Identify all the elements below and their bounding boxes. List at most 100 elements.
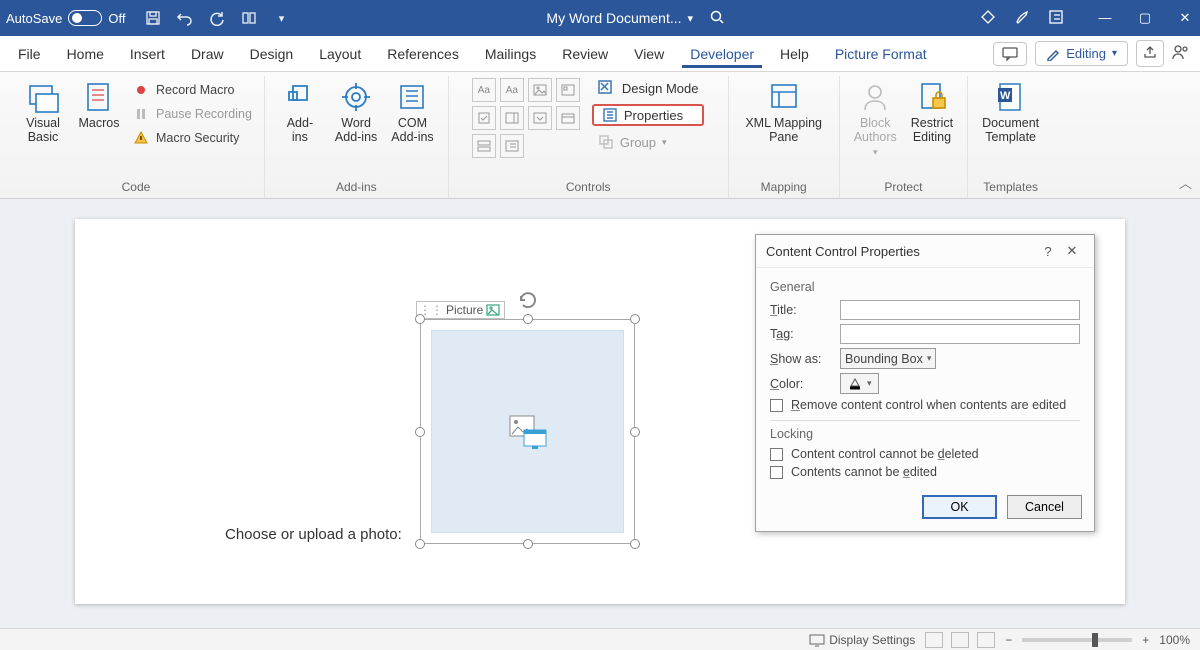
resize-handle[interactable] (523, 314, 533, 324)
block-authors-button[interactable]: Block Authors ▾ (850, 78, 901, 159)
macro-security-button[interactable]: Macro Security (130, 128, 254, 148)
undo-icon[interactable] (175, 8, 195, 28)
focus-view-icon[interactable] (925, 632, 943, 648)
control-rich-text-icon[interactable]: Aa (472, 78, 496, 102)
comments-button[interactable] (993, 42, 1027, 66)
control-building-block-icon[interactable] (556, 78, 580, 102)
tab-file[interactable]: File (10, 40, 49, 68)
lock-delete-checkbox[interactable]: Content control cannot be deleted (770, 447, 1080, 461)
word-addins-button[interactable]: Word Add-ins (331, 78, 381, 147)
record-macro-button[interactable]: Record Macro (130, 80, 254, 100)
account-icon[interactable] (1172, 43, 1190, 64)
qat-dropdown-icon[interactable]: ▾ (271, 8, 291, 28)
minimize-button[interactable]: — (1096, 10, 1114, 26)
picture-placeholder[interactable] (431, 330, 624, 533)
tab-design[interactable]: Design (242, 40, 302, 68)
xml-mapping-pane-button[interactable]: XML Mapping Pane (739, 78, 829, 147)
addins-button[interactable]: Add- ins (275, 78, 325, 147)
document-template-button[interactable]: W Document Template (978, 78, 1043, 147)
tab-mailings[interactable]: Mailings (477, 40, 544, 68)
redo-icon[interactable] (207, 8, 227, 28)
group-button[interactable]: Group ▾ (592, 132, 705, 152)
control-datepicker-icon[interactable] (556, 106, 580, 130)
tab-developer[interactable]: Developer (682, 40, 762, 68)
qat-more-icon[interactable] (239, 8, 259, 28)
control-combobox-icon[interactable] (500, 106, 524, 130)
tag-input[interactable] (840, 324, 1080, 344)
group-label: Add-ins (336, 177, 377, 198)
app-icon[interactable] (1048, 9, 1064, 28)
control-dropdown-icon[interactable] (528, 106, 552, 130)
chevron-down-icon: ▾ (662, 137, 667, 148)
chevron-down-icon: ▾ (927, 353, 932, 364)
tab-view[interactable]: View (626, 40, 672, 68)
display-settings-button[interactable]: Display Settings (809, 633, 915, 647)
diamond-icon[interactable] (980, 9, 996, 28)
autosave-state: Off (108, 11, 125, 26)
chevron-down-icon: ▾ (867, 378, 872, 389)
tab-layout[interactable]: Layout (311, 40, 369, 68)
design-mode-button[interactable]: Design Mode (592, 78, 705, 98)
group-label: Controls (566, 177, 611, 198)
lock-edit-checkbox[interactable]: Contents cannot be edited (770, 465, 1080, 479)
resize-handle[interactable] (415, 427, 425, 437)
group-label: Mapping (761, 177, 807, 198)
close-button[interactable]: ✕ (1176, 10, 1194, 26)
control-picture-icon[interactable] (528, 78, 552, 102)
title-input[interactable] (840, 300, 1080, 320)
tab-review[interactable]: Review (554, 40, 616, 68)
collapse-ribbon-icon[interactable]: ︿ (1179, 173, 1192, 192)
color-picker[interactable]: ▾ (840, 373, 879, 394)
com-addins-button[interactable]: COM Add-ins (387, 78, 437, 147)
control-plain-text-icon[interactable]: Aa (500, 78, 524, 102)
content-control-tag[interactable]: ⋮⋮ Picture (416, 301, 505, 319)
tab-home[interactable]: Home (59, 40, 112, 68)
control-checkbox-icon[interactable] (472, 106, 496, 130)
properties-button[interactable]: Properties (592, 104, 705, 126)
content-control-properties-dialog: Content Control Properties ? ✕ General T… (755, 234, 1095, 532)
visual-basic-button[interactable]: Visual Basic (18, 78, 68, 147)
tab-picture-format[interactable]: Picture Format (827, 40, 935, 68)
maximize-button[interactable]: ▢ (1136, 10, 1154, 26)
cancel-button[interactable]: Cancel (1007, 495, 1082, 519)
tab-references[interactable]: References (379, 40, 467, 68)
resize-handle[interactable] (415, 539, 425, 549)
tab-draw[interactable]: Draw (183, 40, 232, 68)
resize-handle[interactable] (630, 427, 640, 437)
print-layout-view-icon[interactable] (951, 632, 969, 648)
document-title[interactable]: My Word Document... ▾ (546, 10, 693, 26)
search-icon[interactable] (709, 9, 725, 28)
autosave-toggle[interactable]: AutoSave Off (6, 10, 125, 26)
color-label: Color: (770, 377, 830, 391)
tab-help[interactable]: Help (772, 40, 817, 68)
web-layout-view-icon[interactable] (977, 632, 995, 648)
zoom-in-button[interactable]: + (1142, 633, 1149, 647)
resize-handle[interactable] (630, 314, 640, 324)
ok-button[interactable]: OK (922, 495, 997, 519)
control-repeating-icon[interactable] (472, 134, 496, 158)
resize-handle[interactable] (523, 539, 533, 549)
share-button[interactable] (1136, 40, 1164, 67)
close-icon[interactable]: ✕ (1060, 243, 1084, 259)
control-legacy-icon[interactable] (500, 134, 524, 158)
brush-icon[interactable] (1014, 9, 1030, 28)
resize-handle[interactable] (630, 539, 640, 549)
general-section-label: General (770, 280, 1080, 294)
restrict-editing-button[interactable]: Restrict Editing (907, 78, 957, 147)
document-page[interactable]: Choose or upload a photo: ⋮⋮ Picture (75, 219, 1125, 604)
zoom-level[interactable]: 100% (1159, 633, 1190, 647)
rotate-handle-icon[interactable] (517, 289, 539, 314)
show-as-dropdown[interactable]: Bounding Box ▾ (840, 348, 936, 369)
save-icon[interactable] (143, 8, 163, 28)
picture-content-control[interactable]: ⋮⋮ Picture (420, 319, 635, 544)
help-button[interactable]: ? (1036, 244, 1060, 259)
document-workspace: Choose or upload a photo: ⋮⋮ Picture (0, 199, 1200, 628)
tab-insert[interactable]: Insert (122, 40, 173, 68)
zoom-out-button[interactable]: − (1005, 633, 1012, 647)
macros-button[interactable]: Macros (74, 78, 124, 132)
editing-mode-button[interactable]: Editing ▾ (1035, 41, 1128, 66)
group-code: Visual Basic Macros Record Macro Pause R… (8, 76, 265, 198)
resize-handle[interactable] (415, 314, 425, 324)
remove-on-edit-checkbox[interactable]: Remove content control when contents are… (770, 398, 1080, 412)
zoom-slider[interactable] (1022, 638, 1132, 642)
